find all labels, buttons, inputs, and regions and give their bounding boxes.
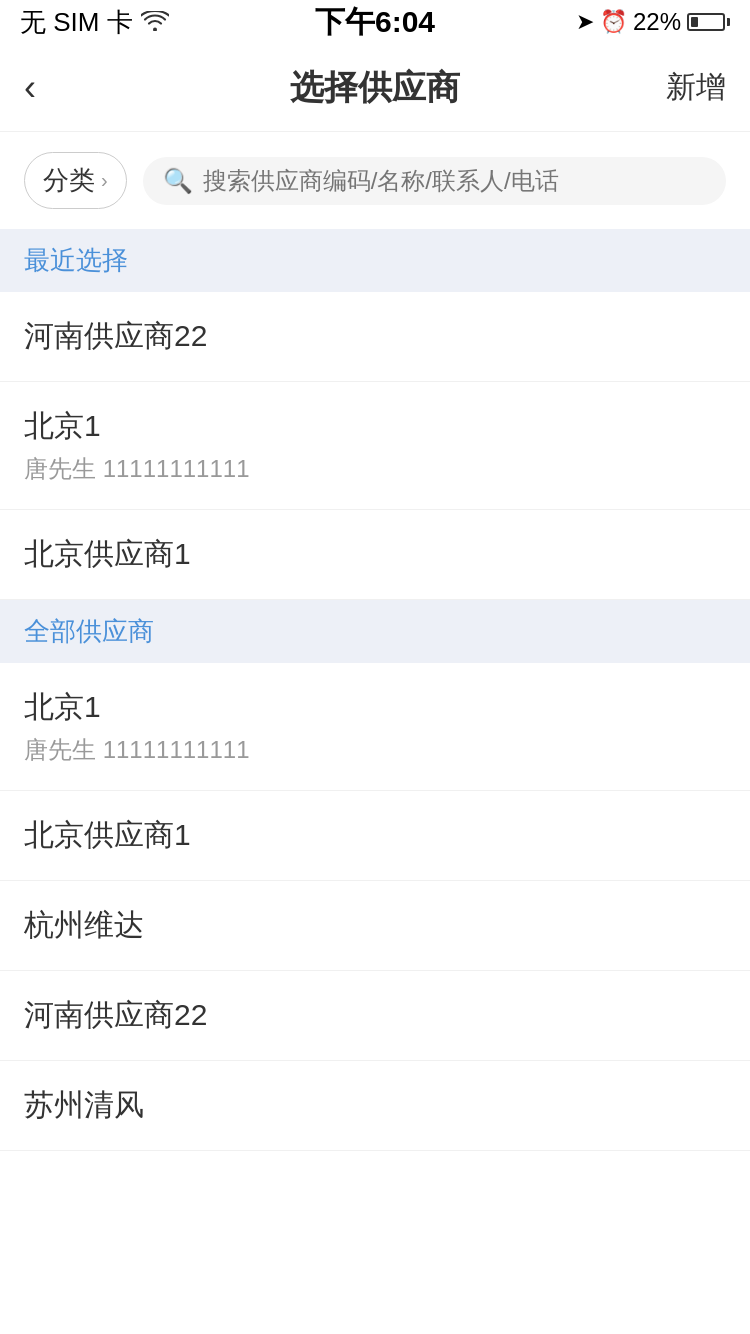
status-time: 下午6:04 <box>315 2 435 43</box>
item-name: 北京1 <box>24 406 726 447</box>
item-name: 杭州维达 <box>24 905 726 946</box>
item-name: 北京供应商1 <box>24 534 726 575</box>
battery-percent: 22% <box>633 8 681 36</box>
page-title: 选择供应商 <box>290 65 460 111</box>
item-sub: 唐先生 11111111111 <box>24 734 726 766</box>
chevron-right-icon: › <box>101 169 108 192</box>
item-name: 北京供应商1 <box>24 815 726 856</box>
nav-bar: ‹ 选择供应商 新增 <box>0 44 750 132</box>
list-item[interactable]: 北京供应商1 <box>0 510 750 600</box>
search-box[interactable]: 🔍 <box>143 157 726 205</box>
recent-section-header: 最近选择 <box>0 229 750 292</box>
recent-list: 河南供应商22 北京1 唐先生 11111111111 北京供应商1 <box>0 292 750 600</box>
item-name: 河南供应商22 <box>24 316 726 357</box>
wifi-icon <box>141 7 169 38</box>
search-icon: 🔍 <box>163 167 193 195</box>
item-name: 苏州清风 <box>24 1085 726 1126</box>
list-item[interactable]: 北京1 唐先生 11111111111 <box>0 382 750 510</box>
list-item[interactable]: 河南供应商22 <box>0 971 750 1061</box>
all-section-header: 全部供应商 <box>0 600 750 663</box>
category-label: 分类 <box>43 163 95 198</box>
status-right: ➤ ⏰ 22% <box>576 8 730 36</box>
add-button[interactable]: 新增 <box>666 67 726 108</box>
list-item[interactable]: 北京1 唐先生 11111111111 <box>0 663 750 791</box>
battery-icon <box>687 13 730 31</box>
search-input[interactable] <box>203 167 706 195</box>
alarm-icon: ⏰ <box>600 9 627 35</box>
search-area: 分类 › 🔍 <box>0 132 750 229</box>
list-item[interactable]: 北京供应商1 <box>0 791 750 881</box>
location-icon: ➤ <box>576 9 594 35</box>
status-carrier: 无 SIM 卡 <box>20 5 169 40</box>
item-sub: 唐先生 11111111111 <box>24 453 726 485</box>
all-list: 北京1 唐先生 11111111111 北京供应商1 杭州维达河南供应商22 苏州清风 <box>0 663 750 1151</box>
status-bar: 无 SIM 卡 下午6:04 ➤ ⏰ 22% <box>0 0 750 44</box>
list-item[interactable]: 苏州清风 <box>0 1061 750 1151</box>
item-name: 北京1 <box>24 687 726 728</box>
list-item[interactable]: 杭州维达 <box>0 881 750 971</box>
category-button[interactable]: 分类 › <box>24 152 127 209</box>
item-name: 河南供应商22 <box>24 995 726 1036</box>
list-item[interactable]: 河南供应商22 <box>0 292 750 382</box>
back-button[interactable]: ‹ <box>14 57 46 119</box>
